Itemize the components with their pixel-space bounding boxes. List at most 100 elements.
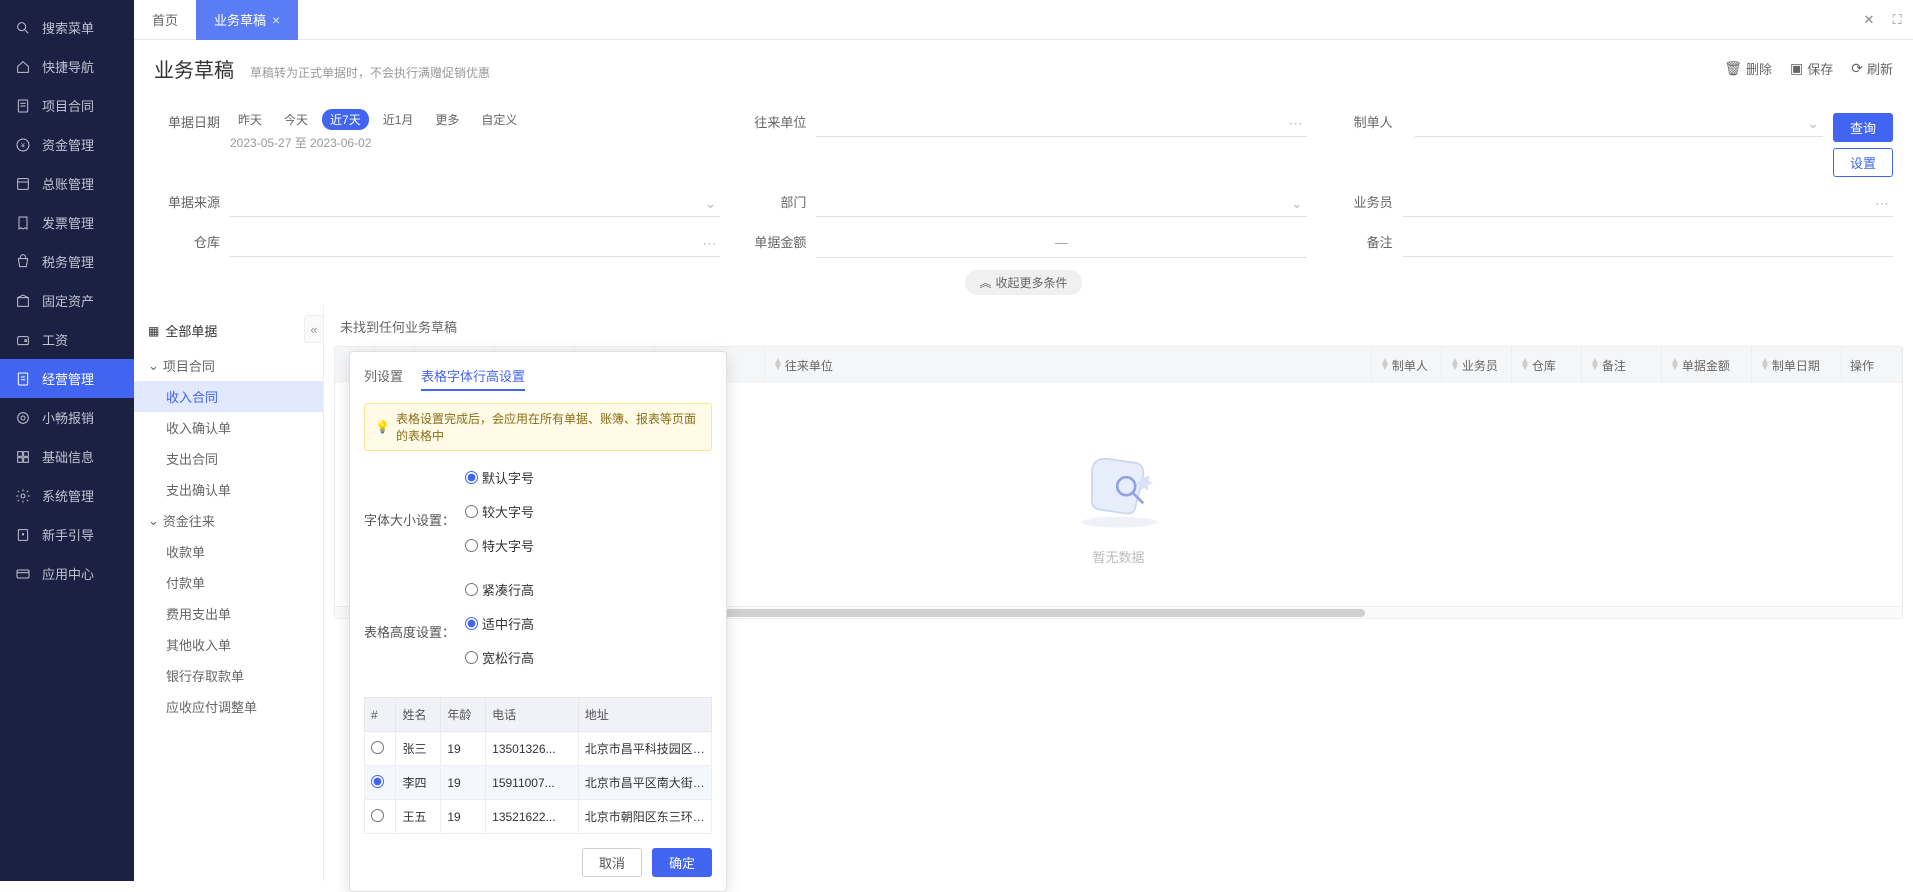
row-radio[interactable]	[371, 809, 384, 822]
tree-leaf[interactable]: 支出确认单	[134, 474, 323, 505]
sidebar-item-salary[interactable]: 工资	[0, 320, 134, 359]
tree-group[interactable]: ⌄资金往来	[134, 505, 323, 536]
refresh-button[interactable]: ⟳刷新	[1851, 59, 1893, 78]
sidebar-item-search[interactable]: 搜索菜单	[0, 8, 134, 47]
target-icon	[14, 409, 32, 427]
font-radio[interactable]: 特大字号	[465, 536, 534, 555]
maker-input[interactable]	[1415, 109, 1823, 137]
grid-icon: ▦	[148, 324, 159, 338]
tree-leaf[interactable]: 付款单	[134, 567, 323, 598]
tree-leaf[interactable]: 应收应付调整单	[134, 691, 323, 722]
setting-button[interactable]: 设置	[1833, 148, 1893, 177]
sidebar-item-tax[interactable]: 税务管理	[0, 242, 134, 281]
chevron-down-icon[interactable]: ⌄	[705, 195, 717, 212]
partner-input[interactable]	[816, 109, 1306, 137]
tree-leaf[interactable]: 费用支出单	[134, 598, 323, 629]
column-header[interactable]: ▲▼备注	[1582, 347, 1662, 383]
tree-leaf[interactable]: 银行存取款单	[134, 660, 323, 691]
font-radio[interactable]: 默认字号	[465, 468, 534, 487]
more-icon[interactable]: ⋯	[1875, 195, 1889, 212]
height-radio[interactable]: 适中行高	[465, 614, 534, 633]
query-button[interactable]: 查询	[1833, 113, 1893, 142]
tree-leaf[interactable]: 支出合同	[134, 443, 323, 474]
clerk-input[interactable]	[1403, 189, 1893, 217]
height-radio[interactable]: 紧凑行高	[465, 580, 534, 599]
sort-icon: ▲▼	[1380, 359, 1390, 371]
wallet-icon	[14, 331, 32, 349]
preview-th: #	[365, 698, 396, 732]
preview-table: #姓名年龄电话地址 张三1913501326...北京市昌平科技园区综...李四…	[364, 697, 712, 834]
preview-th: 电话	[486, 698, 579, 732]
sidebar-item-label: 税务管理	[42, 252, 94, 271]
row-radio[interactable]	[371, 741, 384, 754]
sidebar-item-label: 系统管理	[42, 486, 94, 505]
action-label: 刷新	[1867, 59, 1893, 78]
sidebar-item-system[interactable]: 系统管理	[0, 476, 134, 515]
date-chip[interactable]: 近7天	[322, 109, 369, 130]
filter-date-label: 单据日期	[154, 109, 230, 137]
row-radio[interactable]	[371, 775, 384, 788]
sidebar-item-guide[interactable]: 新手引导	[0, 515, 134, 554]
sidebar-item-ledger[interactable]: 总账管理	[0, 164, 134, 203]
preview-th: 年龄	[441, 698, 486, 732]
warehouse-input[interactable]	[230, 229, 720, 257]
sidebar-item-contract[interactable]: 项目合同	[0, 86, 134, 125]
preview-row[interactable]: 张三1913501326...北京市昌平科技园区综...	[365, 732, 712, 766]
trash-icon: 🗑	[1724, 60, 1742, 77]
tree-leaf[interactable]: 其他收入单	[134, 629, 323, 660]
column-header[interactable]: ▲▼制单人	[1372, 347, 1442, 383]
date-chip[interactable]: 自定义	[473, 109, 525, 130]
sidebar-item-invoice[interactable]: 发票管理	[0, 203, 134, 242]
date-chip[interactable]: 昨天	[230, 109, 270, 130]
sidebar-item-operation[interactable]: 经营管理	[0, 359, 134, 398]
popover-tab-font[interactable]: 表格字体行高设置	[421, 366, 525, 391]
column-header[interactable]: ▲▼往来单位	[765, 347, 1372, 383]
tree-collapse-button[interactable]: «	[304, 315, 324, 343]
tab-draft[interactable]: 业务草稿×	[196, 0, 298, 40]
more-icon[interactable]: ⋯	[1289, 115, 1303, 132]
save-button[interactable]: ▣保存	[1790, 59, 1833, 78]
fullscreen-icon[interactable]: ⛶	[1885, 8, 1909, 32]
tree-leaf[interactable]: 收入合同	[134, 381, 323, 412]
empty-text: 暂无数据	[1092, 547, 1144, 566]
tree-leaf[interactable]: 收款单	[134, 536, 323, 567]
sidebar-item-nav[interactable]: 快捷导航	[0, 47, 134, 86]
date-chip[interactable]: 近1月	[375, 109, 422, 130]
close-icon[interactable]: ×	[272, 12, 280, 28]
tree-group[interactable]: ⌄项目合同	[134, 350, 323, 381]
font-radio[interactable]: 较大字号	[465, 502, 534, 521]
tab-home[interactable]: 首页	[134, 0, 196, 40]
dept-input[interactable]	[816, 189, 1306, 217]
source-input[interactable]	[230, 189, 720, 217]
column-header[interactable]: ▲▼业务员	[1442, 347, 1512, 383]
popover-tab-columns[interactable]: 列设置	[364, 366, 403, 391]
sidebar-item-basic[interactable]: 基础信息	[0, 437, 134, 476]
date-chip[interactable]: 今天	[276, 109, 316, 130]
column-header[interactable]: 操作	[1842, 347, 1902, 383]
chevron-down-icon[interactable]: ⌄	[1291, 195, 1303, 212]
tree-all-label[interactable]: 全部单据	[165, 321, 217, 340]
amount-range[interactable]: —	[816, 229, 1306, 258]
preview-row[interactable]: 王五1913521622...北京市朝阳区东三环北...	[365, 800, 712, 834]
sidebar-item-label: 发票管理	[42, 213, 94, 232]
remark-input[interactable]	[1403, 229, 1893, 257]
tab-close-all-icon[interactable]: ✕	[1857, 8, 1881, 32]
cancel-button[interactable]: 取消	[582, 848, 642, 877]
sidebar-item-apps[interactable]: 应用中心	[0, 554, 134, 593]
date-chip[interactable]: 更多	[427, 109, 467, 130]
tab-label: 首页	[152, 10, 178, 29]
column-header[interactable]: ▲▼制单日期	[1752, 347, 1842, 383]
height-radio[interactable]: 宽松行高	[465, 648, 534, 667]
more-icon[interactable]: ⋯	[702, 235, 716, 252]
collapse-button[interactable]: ︽收起更多条件	[965, 270, 1081, 295]
chevron-down-icon[interactable]: ⌄	[1807, 115, 1819, 132]
preview-row[interactable]: 李四1915911007...北京市昌平区南大街9号	[365, 766, 712, 800]
delete-button[interactable]: 🗑删除	[1724, 59, 1772, 78]
ok-button[interactable]: 确定	[652, 848, 712, 877]
tree-leaf[interactable]: 收入确认单	[134, 412, 323, 443]
sidebar-item-asset[interactable]: 固定资产	[0, 281, 134, 320]
sidebar-item-fund[interactable]: ¥资金管理	[0, 125, 134, 164]
column-header[interactable]: ▲▼单据金额	[1662, 347, 1752, 383]
sidebar-item-expense[interactable]: 小畅报销	[0, 398, 134, 437]
column-header[interactable]: ▲▼仓库	[1512, 347, 1582, 383]
